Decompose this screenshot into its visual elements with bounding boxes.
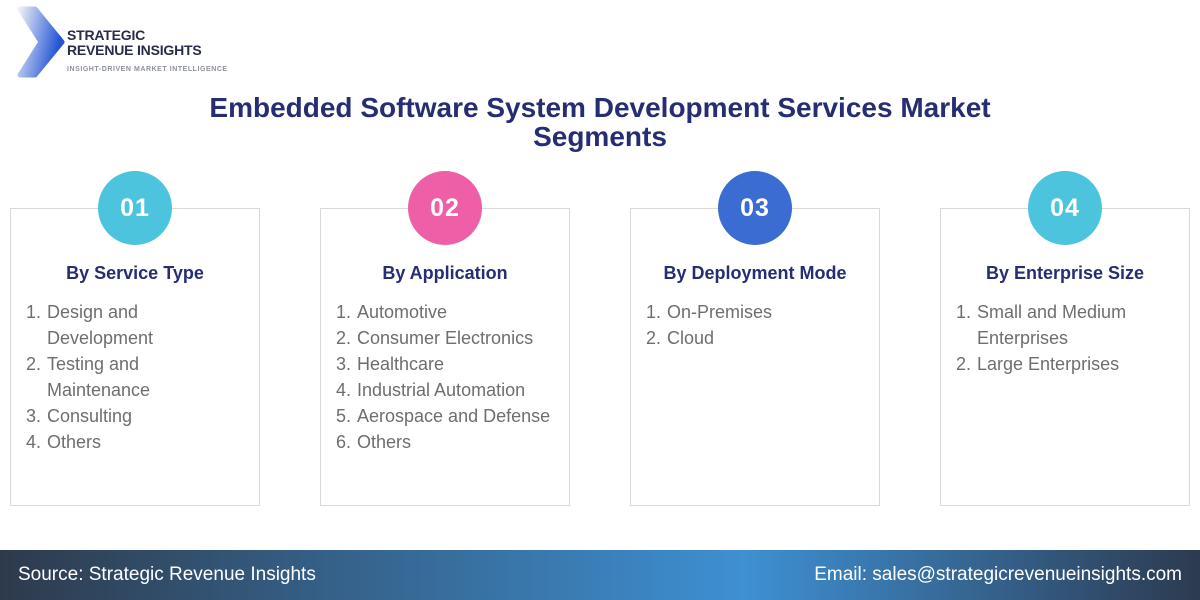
item-number: 3. — [336, 354, 352, 374]
list-item: 2. Cloud — [646, 325, 864, 351]
item-number: 3. — [26, 406, 42, 426]
page-title-line1: Embedded Software System Development Ser… — [209, 92, 991, 123]
list-item: 1. Design and Development — [26, 299, 244, 351]
list-item: 5. Aerospace and Defense — [336, 403, 554, 429]
card-box: By Deployment Mode 1. On-Premises 2. Cloud — [630, 208, 880, 506]
item-number: 2. — [956, 354, 972, 374]
logo-tagline: INSIGHT-DRIVEN MARKET INTELLIGENCE — [67, 66, 228, 73]
item-number: 5. — [336, 406, 352, 426]
step-number: 02 — [430, 193, 460, 222]
item-number: 2. — [336, 328, 352, 348]
segment-card-enterprise-size: 04 By Enterprise Size 1. Small and Medium… — [940, 171, 1190, 506]
step-badge: 03 — [718, 171, 792, 245]
item-number: 2. — [26, 354, 42, 374]
item-text: On-Premises — [667, 302, 773, 322]
list-item: 3. Consulting — [26, 403, 244, 429]
segment-card-deployment-mode: 03 By Deployment Mode 1. On-Premises 2. Clo… — [630, 171, 880, 506]
step-badge: 02 — [408, 171, 482, 245]
step-badge: 01 — [98, 171, 172, 245]
item-text: Others — [357, 432, 412, 452]
logo-wordmark-line1: STRATEGIC — [67, 27, 146, 43]
item-text: Automotive — [357, 302, 448, 322]
item-text: Cloud — [667, 328, 715, 348]
list-item: 4. Others — [26, 429, 244, 455]
list-item: 1. Small and Medium Enterprises — [956, 299, 1174, 351]
list-item: 1. Automotive — [336, 299, 554, 325]
step-badge: 04 — [1028, 171, 1102, 245]
logo-chevron-icon — [17, 6, 65, 78]
item-number: 1. — [956, 302, 972, 322]
item-text: Aerospace and Defense — [357, 406, 551, 426]
segment-cards: 01 By Service Type 1. Design and Developm… — [10, 171, 1190, 506]
item-number: 1. — [336, 302, 352, 322]
item-text: Large Enterprises — [977, 354, 1120, 374]
segment-list: 1. Design and Development 2. Testing and Ma… — [26, 299, 244, 455]
logo-wordmark-line2: REVENUE INSIGHTS — [67, 42, 202, 58]
item-number: 4. — [26, 432, 42, 452]
item-text: Healthcare — [357, 354, 445, 374]
segment-card-application: 02 By Application 1. Automotive 2. Consumer… — [320, 171, 570, 506]
item-number: 1. — [646, 302, 662, 322]
logo: STRATEGIC REVENUE INSIGHTS INSIGHT-DRIVE… — [15, 6, 228, 78]
card-heading: By Deployment Mode — [663, 263, 847, 283]
item-text: Consumer Electronics — [357, 328, 534, 348]
item-text: Consulting — [47, 406, 133, 426]
step-number: 01 — [120, 193, 150, 222]
logo-text: STRATEGIC REVENUE INSIGHTS INSIGHT-DRIVE… — [67, 6, 228, 74]
item-text: Others — [47, 432, 102, 452]
step-number: 03 — [740, 193, 770, 222]
step-number: 04 — [1050, 193, 1080, 222]
list-item: 1. On-Premises — [646, 299, 864, 325]
item-number: 2. — [646, 328, 662, 348]
card-heading: By Application — [382, 263, 508, 283]
card-box: By Enterprise Size 1. Small and Medium En… — [940, 208, 1190, 506]
item-number: 1. — [26, 302, 42, 322]
item-text: Design and Development — [47, 302, 154, 348]
footer-email: Email: sales@strategicrevenueinsights.co… — [814, 564, 1182, 585]
segment-list: 1. Small and Medium Enterprises 2. Large En… — [956, 299, 1174, 377]
item-number: 4. — [336, 380, 352, 400]
list-item: 2. Large Enterprises — [956, 351, 1174, 377]
item-text: Testing and Maintenance — [47, 354, 151, 400]
segment-list: 1. Automotive 2. Consumer Electronics 3. Heal… — [336, 299, 554, 455]
item-text: Industrial Automation — [357, 380, 526, 400]
card-box: By Service Type 1. Design and Development… — [10, 208, 260, 506]
segment-list: 1. On-Premises 2. Cloud — [646, 299, 864, 351]
footer-source: Source: Strategic Revenue Insights — [18, 564, 316, 585]
page-title: Embedded Software System Development Ser… — [0, 93, 1200, 151]
list-item: 2. Testing and Maintenance — [26, 351, 244, 403]
list-item: 2. Consumer Electronics — [336, 325, 554, 351]
logo-wordmark: STRATEGIC REVENUE INSIGHTS — [67, 28, 228, 58]
page-title-line2: Segments — [533, 121, 667, 152]
card-heading: By Enterprise Size — [985, 263, 1145, 283]
segment-card-service-type: 01 By Service Type 1. Design and Developm… — [10, 171, 260, 506]
infographic-page: STRATEGIC REVENUE INSIGHTS INSIGHT-DRIVE… — [0, 0, 1200, 600]
card-heading: By Service Type — [66, 263, 204, 283]
list-item: 4. Industrial Automation — [336, 377, 554, 403]
footer-bar: Source: Strategic Revenue Insights Email… — [0, 550, 1200, 600]
item-number: 6. — [336, 432, 352, 452]
list-item: 3. Healthcare — [336, 351, 554, 377]
card-box: By Application 1. Automotive 2. Consumer El… — [320, 208, 570, 506]
list-item: 6. Others — [336, 429, 554, 455]
item-text: Small and Medium Enterprises — [977, 302, 1127, 348]
